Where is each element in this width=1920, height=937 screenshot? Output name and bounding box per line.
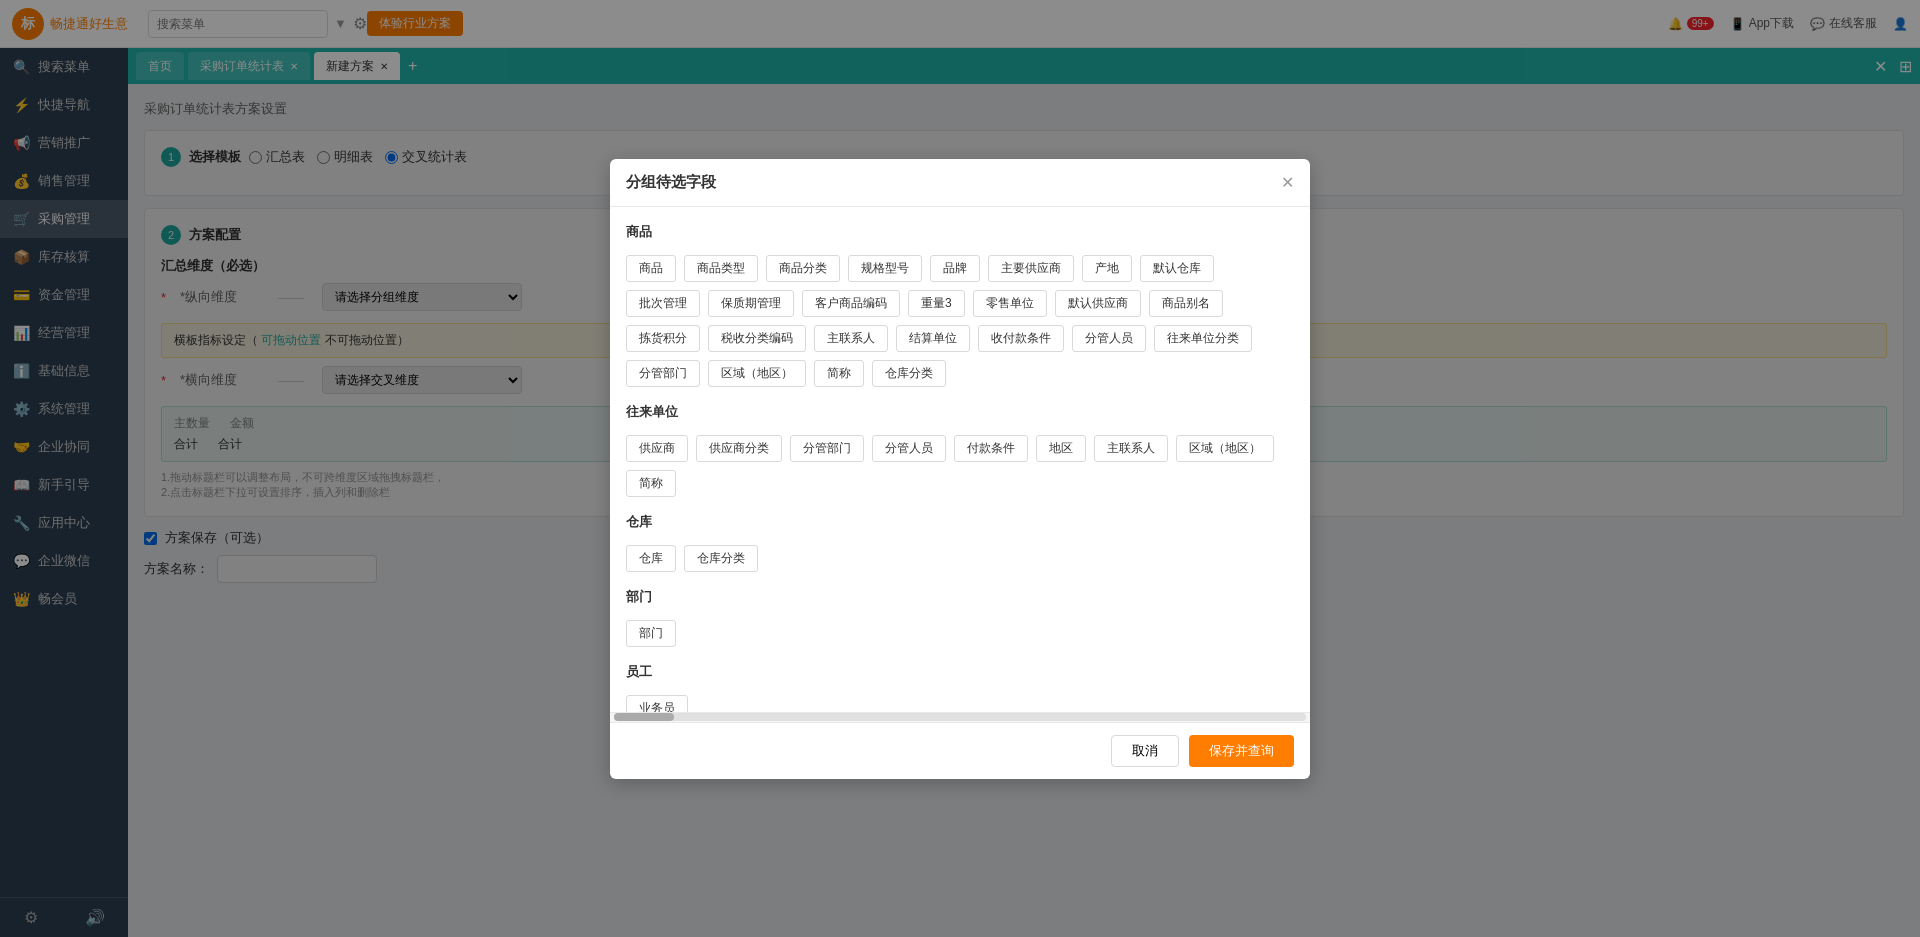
field-chip[interactable]: 仓库 (626, 545, 676, 572)
field-chip[interactable]: 客户商品编码 (802, 290, 900, 317)
field-chip[interactable]: 保质期管理 (708, 290, 794, 317)
field-chip[interactable]: 供应商 (626, 435, 688, 462)
modal-overlay: 分组待选字段 ✕ 商品商品商品类型商品分类规格型号品牌主要供应商产地默认仓库批次… (0, 0, 1920, 937)
field-chip[interactable]: 产地 (1082, 255, 1132, 282)
field-chip[interactable]: 商品 (626, 255, 676, 282)
field-chip[interactable]: 品牌 (930, 255, 980, 282)
field-chip[interactable]: 部门 (626, 620, 676, 647)
field-chip[interactable]: 区域（地区） (708, 360, 806, 387)
section-label-partner: 往来单位 (626, 403, 1294, 425)
field-chip[interactable]: 往来单位分类 (1154, 325, 1252, 352)
field-chip[interactable]: 仓库分类 (684, 545, 758, 572)
field-chip[interactable]: 主联系人 (1094, 435, 1168, 462)
field-grid-partner: 供应商供应商分类分管部门分管人员付款条件地区主联系人区域（地区） 简称 (626, 435, 1294, 497)
field-chip[interactable]: 供应商分类 (696, 435, 782, 462)
field-grid-product: 商品商品类型商品分类规格型号品牌主要供应商产地默认仓库批次管理保质期管理客户商品… (626, 255, 1294, 387)
cancel-button[interactable]: 取消 (1111, 735, 1179, 767)
field-chip[interactable]: 拣货积分 (626, 325, 700, 352)
field-chip[interactable]: 默认供应商 (1055, 290, 1141, 317)
field-chip[interactable]: 分管部门 (790, 435, 864, 462)
field-chip[interactable]: 主联系人 (814, 325, 888, 352)
field-chip[interactable]: 结算单位 (896, 325, 970, 352)
section-department: 部门部门 (626, 588, 1294, 647)
modal-footer: 取消 保存并查询 (610, 722, 1310, 779)
section-label-warehouse: 仓库 (626, 513, 1294, 535)
field-grid-department: 部门 (626, 620, 1294, 647)
field-chip[interactable]: 区域（地区） (1176, 435, 1274, 462)
field-chip[interactable]: 分管人员 (1072, 325, 1146, 352)
field-chip[interactable]: 零售单位 (973, 290, 1047, 317)
field-chip[interactable]: 付款条件 (954, 435, 1028, 462)
field-chip[interactable]: 商品别名 (1149, 290, 1223, 317)
field-chip[interactable]: 规格型号 (848, 255, 922, 282)
field-chip[interactable]: 商品分类 (766, 255, 840, 282)
save-query-button[interactable]: 保存并查询 (1189, 735, 1294, 767)
field-select-modal: 分组待选字段 ✕ 商品商品商品类型商品分类规格型号品牌主要供应商产地默认仓库批次… (610, 159, 1310, 779)
field-chip[interactable]: 地区 (1036, 435, 1086, 462)
field-chip[interactable]: 分管人员 (872, 435, 946, 462)
section-warehouse: 仓库仓库仓库分类 (626, 513, 1294, 572)
field-chip[interactable]: 重量3 (908, 290, 965, 317)
section-label-department: 部门 (626, 588, 1294, 610)
modal-title: 分组待选字段 (626, 173, 716, 192)
section-employee: 员工业务员 (626, 663, 1294, 712)
modal-body: 商品商品商品类型商品分类规格型号品牌主要供应商产地默认仓库批次管理保质期管理客户… (610, 207, 1310, 712)
section-label-product: 商品 (626, 223, 1294, 245)
field-chip[interactable]: 税收分类编码 (708, 325, 806, 352)
modal-close-btn[interactable]: ✕ (1281, 173, 1294, 192)
field-chip[interactable]: 简称 (626, 470, 676, 497)
modal-header: 分组待选字段 ✕ (610, 159, 1310, 207)
modal-horizontal-scroll[interactable] (610, 712, 1310, 722)
field-grid-warehouse: 仓库仓库分类 (626, 545, 1294, 572)
section-label-employee: 员工 (626, 663, 1294, 685)
field-chip[interactable]: 仓库分类 (872, 360, 946, 387)
field-chip[interactable]: 主要供应商 (988, 255, 1074, 282)
field-grid-employee: 业务员 (626, 695, 1294, 712)
field-chip[interactable]: 批次管理 (626, 290, 700, 317)
field-chip[interactable]: 简称 (814, 360, 864, 387)
field-chip[interactable]: 商品类型 (684, 255, 758, 282)
field-chip[interactable]: 默认仓库 (1140, 255, 1214, 282)
section-product: 商品商品商品类型商品分类规格型号品牌主要供应商产地默认仓库批次管理保质期管理客户… (626, 223, 1294, 387)
field-chip[interactable]: 分管部门 (626, 360, 700, 387)
field-chip[interactable]: 业务员 (626, 695, 688, 712)
field-chip[interactable]: 收付款条件 (978, 325, 1064, 352)
section-partner: 往来单位供应商供应商分类分管部门分管人员付款条件地区主联系人区域（地区） 简称 (626, 403, 1294, 497)
